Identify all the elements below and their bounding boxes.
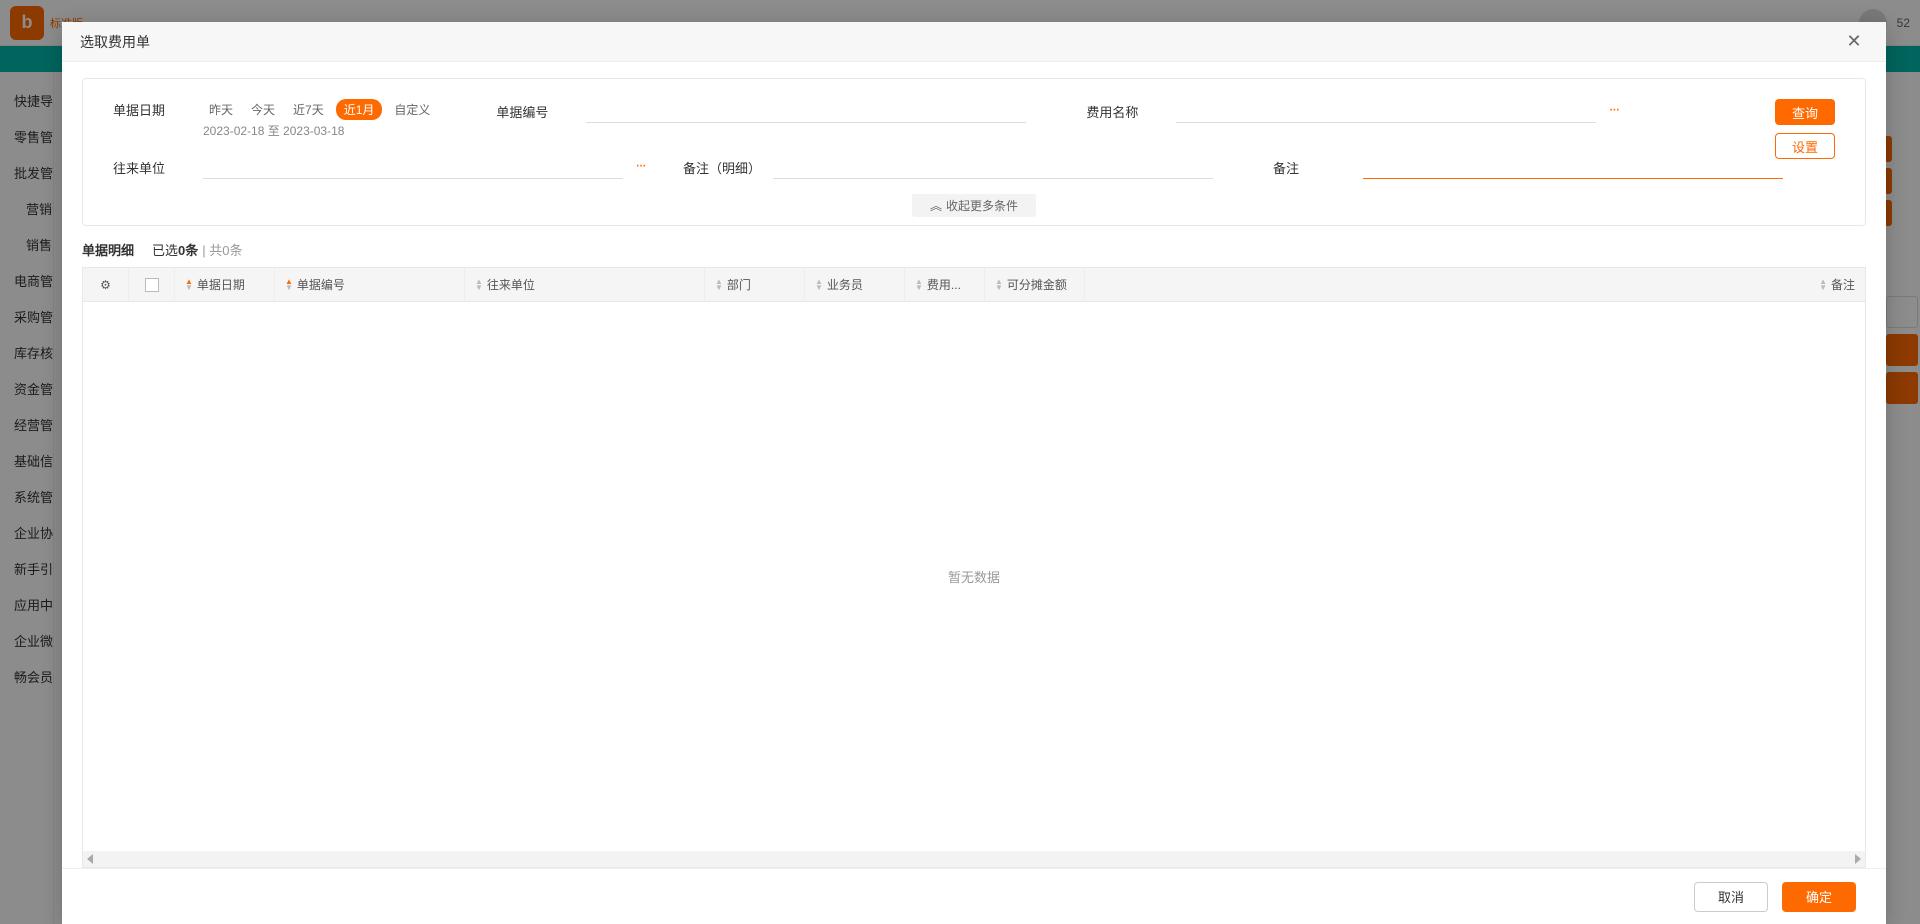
column-doc-no[interactable]: ▲▼ 单据编号 [275, 268, 465, 301]
sort-icon[interactable]: ▲▼ [715, 279, 723, 291]
fee-name-input[interactable]: ··· [1176, 99, 1596, 123]
query-button[interactable]: 查询 [1775, 99, 1835, 125]
collapse-label: 收起更多条件 [946, 197, 1018, 214]
sort-icon[interactable]: ▲▼ [1819, 279, 1827, 291]
close-icon[interactable]: ✕ [1840, 28, 1868, 56]
column-party[interactable]: ▲▼ 往来单位 [465, 268, 705, 301]
chevron-up-icon: ︽ [930, 197, 942, 214]
gear-icon: ⚙ [100, 278, 111, 292]
column-dept[interactable]: ▲▼ 部门 [705, 268, 805, 301]
filter-label-remark-detail: 备注（明细） [683, 158, 773, 177]
column-alloc[interactable]: ▲▼ 可分摊金额 [985, 268, 1085, 301]
modal-title: 选取费用单 [80, 32, 150, 52]
sort-icon[interactable]: ▲▼ [815, 279, 823, 291]
filter-label-remark: 备注 [1273, 158, 1363, 177]
table: ⚙ ▲▼ 单据日期 ▲▼ 单据编号 ▲▼ 往来单位 [82, 267, 1866, 868]
date-chip-yesterday[interactable]: 昨天 [203, 99, 239, 120]
column-remark[interactable]: ▲▼ 备注 [1085, 268, 1865, 301]
filter-panel: 单据日期 昨天 今天 近7天 近1月 自定义 2023-02-18 至 2023… [82, 78, 1866, 226]
column-checkbox[interactable] [129, 268, 175, 301]
selected-count: 已选0条 [152, 240, 198, 259]
doc-no-input[interactable] [586, 99, 1026, 123]
date-chip-month[interactable]: 近1月 [336, 99, 383, 120]
filter-label-party: 往来单位 [113, 158, 203, 177]
collapse-filters-button[interactable]: ︽ 收起更多条件 [912, 194, 1036, 217]
remark-detail-input[interactable] [773, 155, 1213, 179]
filter-label-date: 单据日期 [113, 100, 203, 119]
list-tab-details[interactable]: 单据明细 [82, 240, 134, 259]
column-fee[interactable]: ▲▼ 费用... [905, 268, 985, 301]
column-operator[interactable]: ▲▼ 业务员 [805, 268, 905, 301]
sort-icon[interactable]: ▲▼ [995, 279, 1003, 291]
cancel-button[interactable]: 取消 [1694, 882, 1768, 912]
date-range-display[interactable]: 2023-02-18 至 2023-03-18 [203, 122, 344, 139]
sort-icon[interactable]: ▲▼ [285, 279, 293, 291]
modal-overlay: 选取费用单 ✕ 单据日期 昨天 今天 近7天 近1月 [0, 0, 1920, 924]
modal-header: 选取费用单 ✕ [62, 22, 1886, 62]
more-icon[interactable]: ··· [635, 157, 645, 175]
date-chip-today[interactable]: 今天 [245, 99, 281, 120]
sort-icon[interactable]: ▲▼ [915, 279, 923, 291]
date-chip-week[interactable]: 近7天 [287, 99, 330, 120]
list-bar: 单据明细 已选0条 | 共0条 [82, 240, 1866, 259]
column-date[interactable]: ▲▼ 单据日期 [175, 268, 275, 301]
total-count: | 共0条 [202, 240, 242, 259]
filter-label-feename: 费用名称 [1086, 102, 1176, 121]
settings-button[interactable]: 设置 [1775, 133, 1835, 159]
sort-icon[interactable]: ▲▼ [185, 279, 193, 291]
empty-text: 暂无数据 [948, 567, 1000, 586]
modal-footer: 取消 确定 [62, 868, 1886, 924]
remark-input[interactable] [1363, 155, 1783, 179]
more-icon[interactable]: ··· [1608, 101, 1618, 119]
column-settings[interactable]: ⚙ [83, 268, 129, 301]
date-chip-custom[interactable]: 自定义 [388, 99, 436, 120]
select-fee-modal: 选取费用单 ✕ 单据日期 昨天 今天 近7天 近1月 [62, 22, 1886, 924]
checkbox-icon[interactable] [145, 278, 159, 292]
sort-icon[interactable]: ▲▼ [475, 279, 483, 291]
party-input[interactable]: ··· [203, 155, 623, 179]
ok-button[interactable]: 确定 [1782, 882, 1856, 912]
table-body-empty: 暂无数据 [83, 302, 1865, 851]
table-header: ⚙ ▲▼ 单据日期 ▲▼ 单据编号 ▲▼ 往来单位 [83, 268, 1865, 302]
horizontal-scrollbar[interactable] [83, 851, 1865, 867]
date-quick-range: 昨天 今天 近7天 近1月 自定义 [203, 99, 436, 120]
filter-label-docno: 单据编号 [496, 102, 586, 121]
